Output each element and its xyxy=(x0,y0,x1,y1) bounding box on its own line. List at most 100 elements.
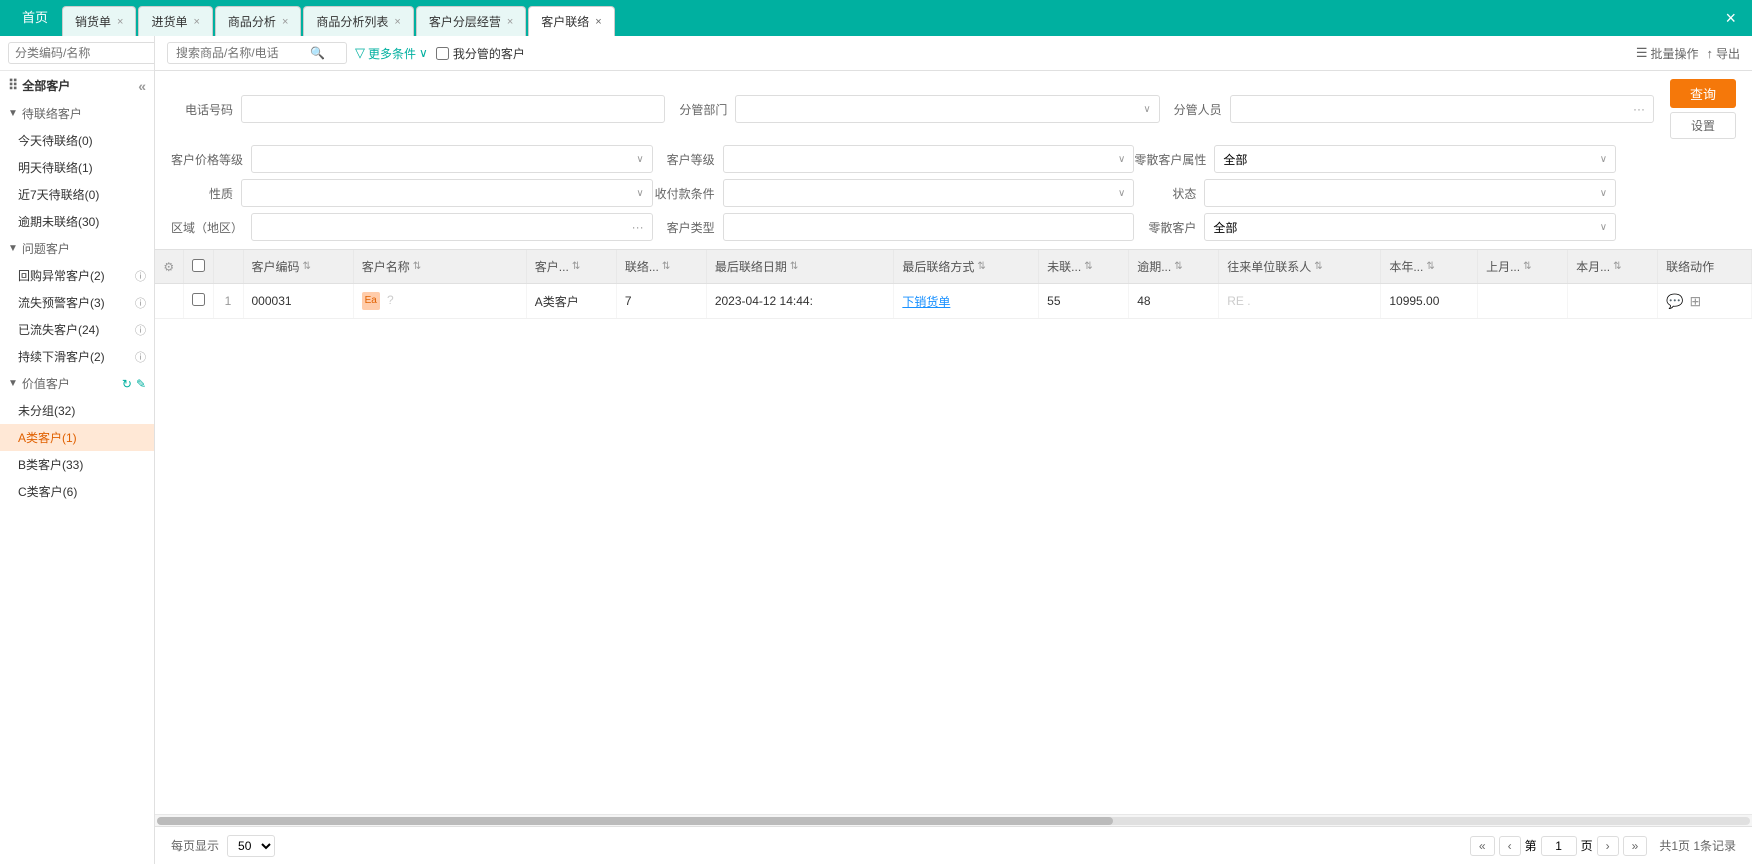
tab-product-analysis-list[interactable]: 商品分析列表 × xyxy=(303,6,413,36)
tab-customer-mgmt[interactable]: 客户分层经营 × xyxy=(416,6,526,36)
table-col-name[interactable]: 客户名称 ⇅ xyxy=(353,250,526,284)
sidebar-item-c-class[interactable]: C类客户(6) xyxy=(0,478,154,505)
filter-region-input[interactable]: ··· xyxy=(251,213,653,241)
sidebar-pending-group[interactable]: ▼ 待联络客户 xyxy=(0,100,154,127)
table-col-unit-contact[interactable]: 往来单位联系人 ⇅ xyxy=(1219,250,1381,284)
sidebar-item-overdue[interactable]: 逾期未联络(30) xyxy=(0,208,154,235)
window-close-button[interactable]: × xyxy=(1717,8,1744,29)
sidebar-item-tomorrow[interactable]: 明天待联络(1) xyxy=(0,154,154,181)
table-col-overdue[interactable]: 逾期... ⇅ xyxy=(1129,250,1219,284)
table-col-this-month[interactable]: 本月... ⇅ xyxy=(1568,250,1658,284)
nav-home[interactable]: 首页 xyxy=(8,0,62,36)
my-customer-checkbox-container[interactable]: 我分管的客户 xyxy=(436,45,525,62)
filter-person-label: 分管人员 xyxy=(1160,101,1230,118)
row-checkbox-cell[interactable] xyxy=(183,284,213,319)
last-page-button[interactable]: » xyxy=(1623,836,1648,856)
col-overdue-sort-icon[interactable]: ⇅ xyxy=(1174,261,1182,272)
my-customer-checkbox[interactable] xyxy=(436,47,449,60)
scrollbar-track[interactable] xyxy=(157,817,1750,825)
sidebar-search-input[interactable] xyxy=(8,42,155,64)
table-select-all-header[interactable] xyxy=(183,250,213,284)
filter-customer-type-input[interactable] xyxy=(723,213,1135,241)
col-no-contact-sort-icon[interactable]: ⇅ xyxy=(1084,261,1092,272)
sidebar-item-a-class[interactable]: A类客户(1) xyxy=(0,424,154,451)
sidebar-item-ungrouped[interactable]: 未分组(32) xyxy=(0,397,154,424)
filter-row-3: 性质 ∨ 收付款条件 ∨ 状态 xyxy=(171,179,1736,207)
value-refresh-icon[interactable]: ↻ xyxy=(122,377,132,391)
scrollbar-thumb[interactable] xyxy=(157,817,1113,825)
value-group-actions: ↻ ✎ xyxy=(122,377,146,391)
page-number-input[interactable] xyxy=(1541,836,1577,856)
grid-action-icon[interactable]: ⊞ xyxy=(1690,293,1702,310)
query-button[interactable]: 查询 xyxy=(1670,79,1736,108)
horizontal-scrollbar[interactable] xyxy=(155,814,1752,826)
first-page-button[interactable]: « xyxy=(1470,836,1495,856)
table-col-contact[interactable]: 联络... ⇅ xyxy=(616,250,706,284)
next-page-button[interactable]: › xyxy=(1597,836,1619,856)
table-col-last-method[interactable]: 最后联络方式 ⇅ xyxy=(894,250,1039,284)
sidebar-item-churned[interactable]: 已流失客户(24) ⓘ xyxy=(0,316,154,343)
col-this-month-sort-icon[interactable]: ⇅ xyxy=(1613,261,1621,272)
select-all-checkbox[interactable] xyxy=(192,259,205,272)
sidebar-collapse-icon[interactable]: « xyxy=(138,78,146,94)
filter-person-input[interactable]: ··· xyxy=(1230,95,1654,123)
col-unit-contact-sort-icon[interactable]: ⇅ xyxy=(1314,261,1322,272)
tab-customer-mgmt-close[interactable]: × xyxy=(507,16,513,28)
filter-price-level-select[interactable]: ∨ xyxy=(251,145,653,173)
last-method-link[interactable]: 下销货单 xyxy=(902,295,950,309)
sidebar-item-churn-warn[interactable]: 流失预警客户(3) ⓘ xyxy=(0,289,154,316)
tab-purchase-order-close[interactable]: × xyxy=(193,16,199,28)
col-last-method-sort-icon[interactable]: ⇅ xyxy=(977,261,985,272)
row-last-method-cell[interactable]: 下销货单 xyxy=(894,284,1039,319)
filter-dept-select[interactable]: ∨ xyxy=(735,95,1159,123)
filter-phone-input[interactable] xyxy=(241,95,665,123)
chat-action-icon[interactable]: 💬 xyxy=(1666,293,1683,310)
filter-nature-select[interactable]: ∨ xyxy=(241,179,653,207)
col-name-sort-icon[interactable]: ⇅ xyxy=(413,261,421,272)
filter-retail-attr-select[interactable]: 全部 ∨ xyxy=(1214,145,1616,173)
sidebar-item-declining[interactable]: 持续下滑客户(2) ⓘ xyxy=(0,343,154,370)
tab-product-analysis[interactable]: 商品分析 × xyxy=(215,6,301,36)
col-type-sort-icon[interactable]: ⇅ xyxy=(572,261,580,272)
table-col-code[interactable]: 客户编码 ⇅ xyxy=(243,250,353,284)
filter-payment-select[interactable]: ∨ xyxy=(723,179,1135,207)
tab-sales-order[interactable]: 销货单 × xyxy=(62,6,136,36)
sidebar-problem-group[interactable]: ▼ 问题客户 xyxy=(0,235,154,262)
filter-search-input[interactable] xyxy=(176,46,306,60)
tab-product-analysis-list-close[interactable]: × xyxy=(394,16,400,28)
tab-purchase-order[interactable]: 进货单 × xyxy=(138,6,212,36)
col-code-sort-icon[interactable]: ⇅ xyxy=(303,261,311,272)
table-settings-header[interactable]: ⚙ xyxy=(155,250,183,284)
filter-customer-level-select[interactable]: ∨ xyxy=(723,145,1135,173)
col-this-year-sort-icon[interactable]: ⇅ xyxy=(1426,261,1434,272)
filter-retail-customer-select[interactable]: 全部 ∨ xyxy=(1204,213,1616,241)
table-col-last-date[interactable]: 最后联络日期 ⇅ xyxy=(706,250,894,284)
col-last-date-sort-icon[interactable]: ⇅ xyxy=(790,261,798,272)
sidebar-value-group[interactable]: ▼ 价值客户 ↻ ✎ xyxy=(0,370,154,397)
settings-button[interactable]: 设置 xyxy=(1670,112,1736,139)
tab-customer-contact-close[interactable]: × xyxy=(595,16,601,28)
sidebar-all-customers[interactable]: ⠿ 全部客户 « xyxy=(0,71,154,100)
sidebar-item-7days[interactable]: 近7天待联络(0) xyxy=(0,181,154,208)
tab-sales-order-close[interactable]: × xyxy=(117,16,123,28)
export-button[interactable]: ↑ 导出 xyxy=(1706,45,1740,62)
table-col-type[interactable]: 客户... ⇅ xyxy=(526,250,616,284)
sidebar-item-abnormal[interactable]: 回购异常客户(2) ⓘ xyxy=(0,262,154,289)
filter-more-button[interactable]: ▽ 更多条件 ∨ xyxy=(355,45,428,62)
table-col-this-year[interactable]: 本年... ⇅ xyxy=(1381,250,1478,284)
filter-search-icon[interactable]: 🔍 xyxy=(310,46,325,60)
sidebar-item-today[interactable]: 今天待联络(0) xyxy=(0,127,154,154)
filter-status-select[interactable]: ∨ xyxy=(1204,179,1616,207)
tab-customer-contact[interactable]: 客户联络 × xyxy=(528,6,614,36)
tab-product-analysis-close[interactable]: × xyxy=(282,16,288,28)
col-last-month-sort-icon[interactable]: ⇅ xyxy=(1523,261,1531,272)
col-contact-sort-icon[interactable]: ⇅ xyxy=(662,261,670,272)
batch-operation-button[interactable]: ☰ 批量操作 xyxy=(1636,45,1699,62)
table-col-last-month[interactable]: 上月... ⇅ xyxy=(1478,250,1568,284)
value-edit-icon[interactable]: ✎ xyxy=(136,377,146,391)
per-page-select[interactable]: 50 xyxy=(227,835,275,857)
table-col-no-contact[interactable]: 未联... ⇅ xyxy=(1039,250,1129,284)
row-select-checkbox[interactable] xyxy=(192,293,205,306)
prev-page-button[interactable]: ‹ xyxy=(1499,836,1521,856)
sidebar-item-b-class[interactable]: B类客户(33) xyxy=(0,451,154,478)
